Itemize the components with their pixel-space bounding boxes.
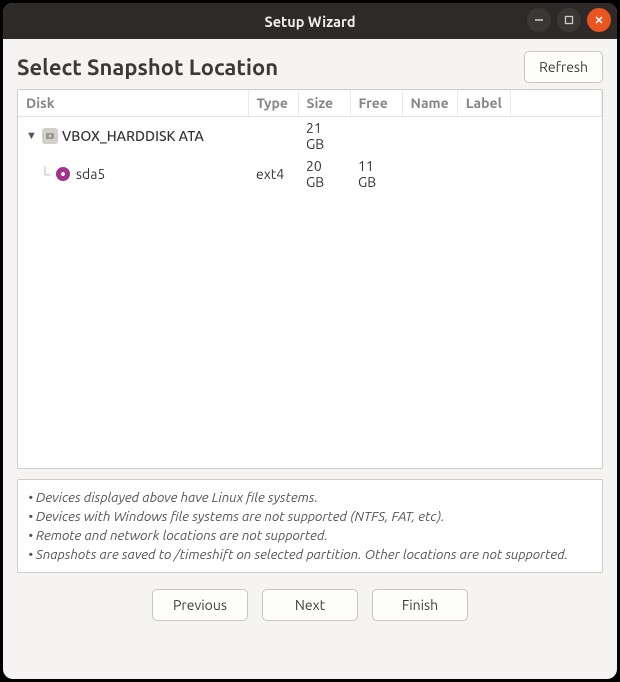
cell-size: 20 GB [298, 155, 350, 193]
table-row[interactable]: └ sda5 ext4 20 GB 11 GB [18, 155, 602, 193]
cell-free: 11 GB [350, 155, 402, 193]
info-notes: • Devices displayed above have Linux fil… [17, 479, 603, 573]
col-label[interactable]: Label [457, 90, 510, 117]
cell-name [402, 155, 457, 193]
disk-name: VBOX_HARDDISK ATA [62, 128, 204, 144]
maximize-button[interactable] [557, 8, 581, 32]
harddisk-icon [42, 128, 58, 144]
disk-table: Disk Type Size Free Name Label ▼ [18, 90, 602, 193]
note-line: • Remote and network locations are not s… [28, 526, 592, 545]
col-free[interactable]: Free [350, 90, 402, 117]
disk-table-body: ▼ VBOX_HARDDISK ATA 21 GB [18, 117, 602, 194]
col-name[interactable]: Name [402, 90, 457, 117]
page-title: Select Snapshot Location [17, 55, 278, 80]
close-icon [594, 15, 604, 25]
previous-button[interactable]: Previous [152, 589, 248, 621]
cell-type: ext4 [248, 155, 298, 193]
maximize-icon [564, 15, 574, 25]
cell-type [248, 117, 298, 156]
page-header: Select Snapshot Location Refresh [17, 51, 603, 83]
tree-branch-icon: └ [40, 166, 50, 182]
col-size[interactable]: Size [298, 90, 350, 117]
table-header-row: Disk Type Size Free Name Label [18, 90, 602, 117]
table-row[interactable]: ▼ VBOX_HARDDISK ATA 21 GB [18, 117, 602, 156]
cell-label [457, 117, 510, 156]
window-controls [527, 8, 611, 32]
col-disk[interactable]: Disk [18, 90, 248, 117]
finish-button[interactable]: Finish [372, 589, 468, 621]
next-button[interactable]: Next [262, 589, 358, 621]
titlebar: Setup Wizard [3, 3, 617, 39]
setup-wizard-window: Setup Wizard Select Snapshot Location Re… [3, 3, 617, 679]
cell-label [457, 155, 510, 193]
expand-toggle-icon[interactable]: ▼ [26, 130, 38, 142]
col-type[interactable]: Type [248, 90, 298, 117]
wizard-footer: Previous Next Finish [17, 573, 603, 639]
window-title: Setup Wizard [3, 13, 617, 30]
cell-name [402, 117, 457, 156]
note-line: • Snapshots are saved to /timeshift on s… [28, 545, 592, 564]
partition-icon [56, 167, 70, 181]
disk-table-container: Disk Type Size Free Name Label ▼ [17, 89, 603, 469]
cell-free [350, 117, 402, 156]
partition-name: sda5 [76, 166, 105, 182]
col-spacer [510, 90, 601, 117]
note-line: • Devices displayed above have Linux fil… [28, 488, 592, 507]
note-line: • Devices with Windows file systems are … [28, 507, 592, 526]
minimize-icon [534, 15, 544, 25]
close-button[interactable] [587, 8, 611, 32]
minimize-button[interactable] [527, 8, 551, 32]
content-area: Select Snapshot Location Refresh Disk Ty… [3, 39, 617, 679]
refresh-button[interactable]: Refresh [524, 51, 603, 83]
cell-size: 21 GB [298, 117, 350, 156]
